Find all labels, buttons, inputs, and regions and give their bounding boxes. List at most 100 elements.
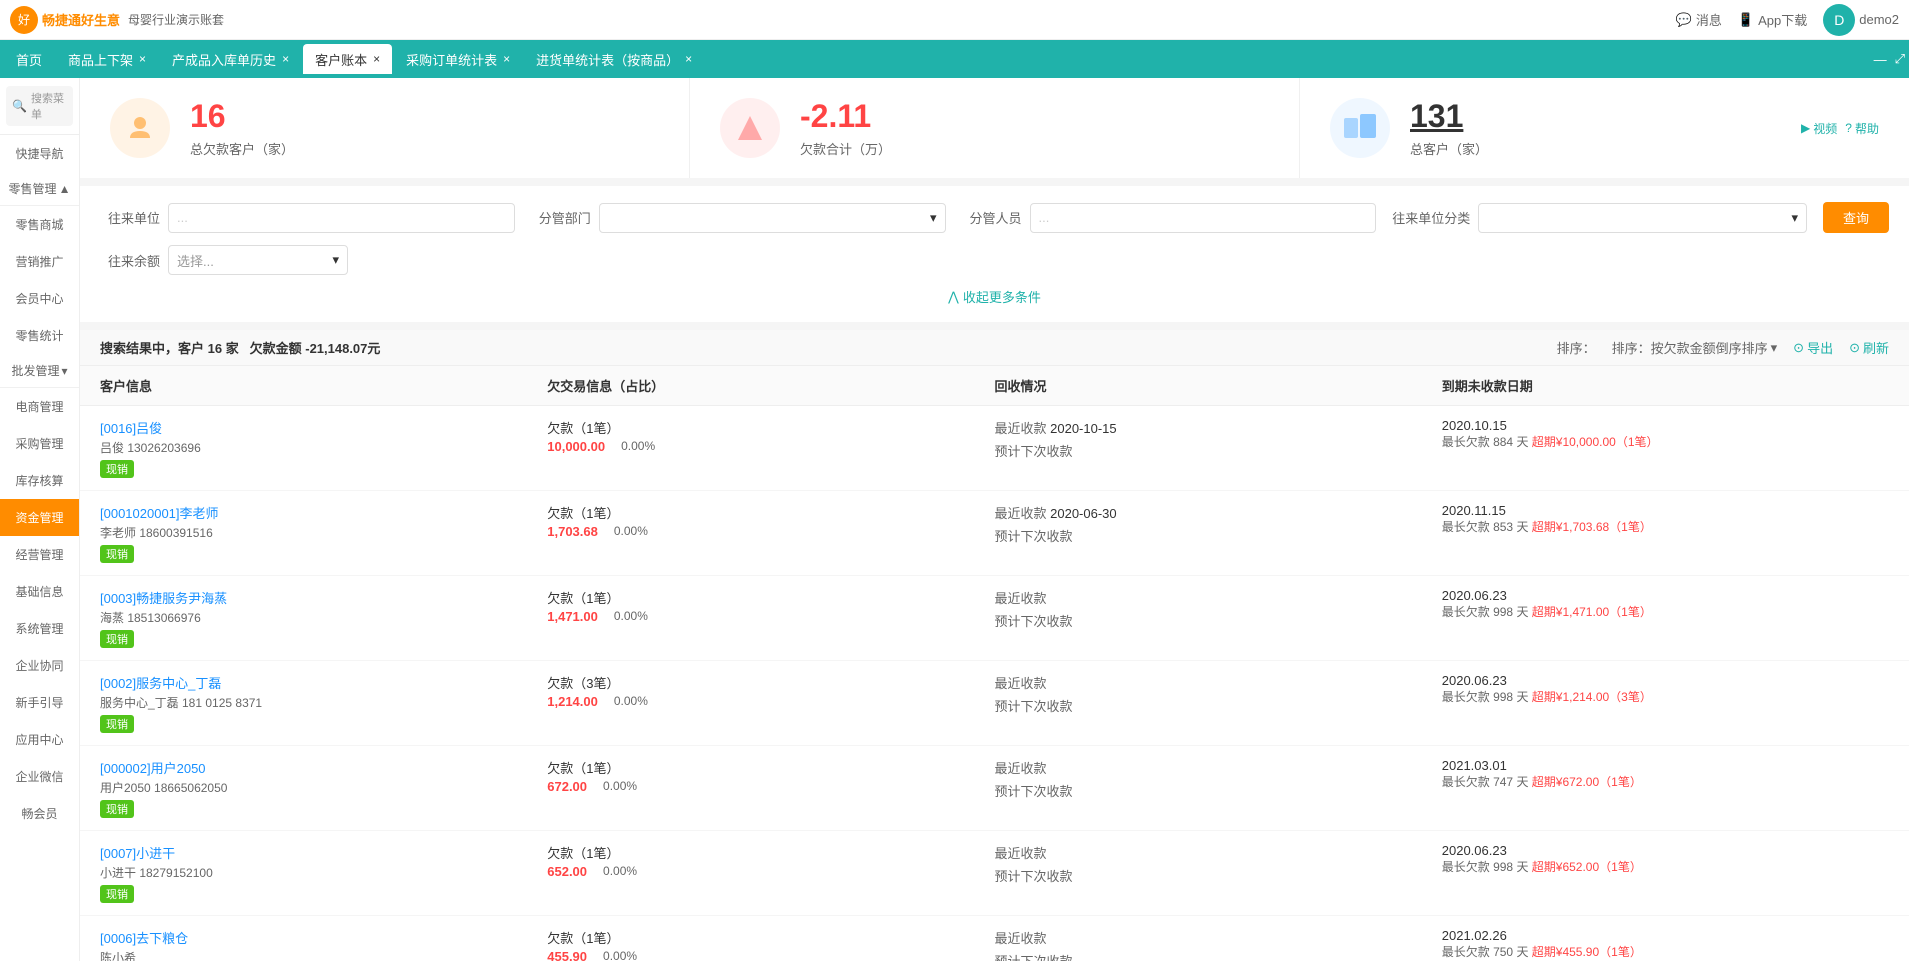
customer-name-1[interactable]: [0016]吕俊: [100, 418, 547, 437]
sidebar-search[interactable]: 🔍 搜索菜单: [0, 78, 79, 135]
sidebar-item-inventory-check[interactable]: 库存核算: [0, 462, 79, 499]
tab-product-history-close[interactable]: ×: [282, 52, 289, 66]
sidebar-item-wholesale-mgmt[interactable]: 批发管理 ▾: [0, 354, 79, 388]
sort-value[interactable]: 排序：按欠款金额倒序排序 ▾: [1612, 338, 1778, 357]
sidebar-item-enterprise-collab[interactable]: 企业协同: [0, 647, 79, 684]
tab-bar-minimize[interactable]: —: [1874, 52, 1887, 67]
customer-phone-5: 用户2050 18665062050: [100, 779, 547, 796]
sidebar-item-ecommerce-mgmt[interactable]: 电商管理: [0, 388, 79, 425]
export-btn[interactable]: ⊙ 导出: [1793, 338, 1833, 357]
debt-amount-3: 1,471.00: [547, 609, 598, 624]
search-button[interactable]: 查询: [1823, 202, 1889, 233]
customer-info-1: [0016]吕俊 吕俊 13026203696 现销: [100, 418, 547, 478]
sidebar-item-new-guide[interactable]: 新手引导: [0, 684, 79, 721]
collection-info-1: 最近收款 2020-10-15 预计下次收款: [995, 418, 1442, 460]
table-header: 客户信息 欠交易信息（占比） 回收情况 到期未收款日期: [80, 366, 1909, 406]
filter-balance: 往来余额 选择... ▾: [100, 245, 1889, 275]
overdue-amount-5[interactable]: 超期¥672.00（1笔）: [1532, 775, 1642, 789]
overdue-amount-4[interactable]: 超期¥1,214.00（3笔）: [1532, 690, 1652, 704]
sidebar-item-marketing-label: 营销推广: [15, 255, 63, 269]
sidebar-item-app-center[interactable]: 应用中心: [0, 721, 79, 758]
sidebar-item-quick-nav-label: 快捷导航: [15, 147, 63, 161]
stat-info-total-customers: 131 总客户（家）: [1410, 98, 1488, 158]
sidebar-item-vip-member[interactable]: 畅会员: [0, 795, 79, 832]
customer-tag-6: 现销: [100, 885, 134, 903]
person-input[interactable]: ...: [1030, 203, 1377, 233]
table-row: [000002]用户2050 用户2050 18665062050 现销 欠款（…: [80, 746, 1909, 831]
customer-name-4[interactable]: [0002]服务中心_丁磊: [100, 673, 547, 692]
table-col-overdue: 到期未收款日期: [1442, 376, 1889, 395]
overdue-days-3: 最长欠款 998 天 超期¥1,471.00（1笔）: [1442, 603, 1889, 620]
tab-product-list-close[interactable]: ×: [139, 52, 146, 66]
sidebar-item-retail-stats[interactable]: 零售统计: [0, 317, 79, 354]
sidebar-item-operations-mgmt[interactable]: 经营管理: [0, 536, 79, 573]
tab-inventory-stats[interactable]: 进货单统计表（按商品） ×: [524, 44, 704, 74]
overdue-amount-3[interactable]: 超期¥1,471.00（1笔）: [1532, 605, 1652, 619]
avatar: D: [1823, 4, 1855, 36]
customer-name-3[interactable]: [0003]畅捷服务尹海蒸: [100, 588, 547, 607]
sidebar-item-system-mgmt[interactable]: 系统管理: [0, 610, 79, 647]
filter-unit-category-label: 往来单位分类: [1392, 208, 1470, 227]
tab-purchase-order[interactable]: 采购订单统计表 ×: [394, 44, 522, 74]
main-layout: 🔍 搜索菜单 快捷导航 零售管理 ▲ 零售商城 营销推广 会员中心 零售统计: [0, 78, 1909, 961]
message-btn[interactable]: 💬 消息: [1676, 10, 1722, 29]
from-unit-input[interactable]: ...: [168, 203, 515, 233]
sidebar-item-enterprise-wechat[interactable]: 企业微信: [0, 758, 79, 795]
debt-count-1: 欠款（1笔）: [547, 418, 994, 437]
overdue-amount-7[interactable]: 超期¥455.90（1笔）: [1532, 945, 1642, 959]
next-collection-4: 预计下次收款: [995, 696, 1442, 715]
collapse-label: 收起更多条件: [963, 287, 1041, 306]
tab-customer-account-close[interactable]: ×: [373, 52, 380, 66]
stat-value-debt-customers: 16: [190, 98, 294, 135]
user-menu[interactable]: D demo2: [1823, 4, 1899, 36]
sidebar-item-quick-nav[interactable]: 快捷导航: [0, 135, 79, 172]
sidebar-item-finance-mgmt[interactable]: 资金管理: [0, 499, 79, 536]
sort-label: 排序：: [1557, 338, 1596, 357]
search-input-wrapper[interactable]: 🔍 搜索菜单: [6, 86, 73, 126]
sidebar-item-inventory-check-label: 库存核算: [15, 474, 63, 488]
debt-percent-5: 0.00%: [603, 779, 637, 793]
dept-select[interactable]: ▾: [599, 203, 946, 233]
tab-inventory-stats-close[interactable]: ×: [685, 52, 692, 66]
sidebar-item-basic-info[interactable]: 基础信息: [0, 573, 79, 610]
customer-name-6[interactable]: [0007]小进干: [100, 843, 547, 862]
customer-name-2[interactable]: [0001020001]李老师: [100, 503, 547, 522]
overdue-amount-2[interactable]: 超期¥1,703.68（1笔）: [1532, 520, 1652, 534]
debt-info-7: 欠款（1笔） 455.90 0.00%: [547, 928, 994, 961]
tab-product-list[interactable]: 商品上下架 ×: [56, 44, 158, 74]
unit-category-select[interactable]: ▾: [1478, 203, 1807, 233]
tab-bar-maximize[interactable]: ⤢: [1895, 51, 1905, 67]
customer-name-7[interactable]: [0006]去下粮仓: [100, 928, 547, 947]
sidebar-item-member-center[interactable]: 会员中心: [0, 280, 79, 317]
debt-info-5: 欠款（1笔） 672.00 0.00%: [547, 758, 994, 794]
tab-product-history[interactable]: 产成品入库单历史 ×: [160, 44, 301, 74]
filter-from-unit: 往来单位 ...: [100, 203, 515, 233]
overdue-amount-1[interactable]: 超期¥10,000.00（1笔）: [1532, 435, 1659, 449]
video-btn[interactable]: ▶ 视频: [1801, 120, 1837, 137]
overdue-amount-6[interactable]: 超期¥652.00（1笔）: [1532, 860, 1642, 874]
sidebar-item-retail-mall[interactable]: 零售商城: [0, 206, 79, 243]
sidebar-item-retail-mgmt[interactable]: 零售管理 ▲: [0, 172, 79, 206]
sidebar-item-enterprise-wechat-label: 企业微信: [15, 770, 63, 784]
customer-name-5[interactable]: [000002]用户2050: [100, 758, 547, 777]
tab-purchase-order-close[interactable]: ×: [503, 52, 510, 66]
search-placeholder: 搜索菜单: [31, 90, 67, 122]
debt-info-3: 欠款（1笔） 1,471.00 0.00%: [547, 588, 994, 624]
sidebar-item-marketing[interactable]: 营销推广: [0, 243, 79, 280]
refresh-btn[interactable]: ⊙ 刷新: [1849, 338, 1889, 357]
person-dots: ...: [1039, 210, 1050, 225]
collapse-btn[interactable]: ⋀ 收起更多条件: [948, 287, 1041, 306]
help-btn[interactable]: ? 帮助: [1845, 120, 1879, 137]
debt-amount-2: 1,703.68: [547, 524, 598, 539]
debt-info-1: 欠款（1笔） 10,000.00 0.00%: [547, 418, 994, 454]
balance-select[interactable]: 选择... ▾: [168, 245, 348, 275]
tab-home[interactable]: 首页: [4, 44, 54, 74]
result-debt-label: 欠款金额: [250, 341, 302, 356]
tab-customer-account[interactable]: 客户账本 ×: [303, 44, 392, 74]
overdue-date-1: 2020.10.15: [1442, 418, 1889, 433]
app-download-btn[interactable]: 📱 App下载: [1738, 10, 1807, 29]
sidebar-item-purchase-mgmt[interactable]: 采购管理: [0, 425, 79, 462]
filter-area: 往来单位 ... 分管部门 ▾ 分管人员 ...: [80, 186, 1909, 322]
customer-tag-4: 现销: [100, 715, 134, 733]
collection-info-4: 最近收款 预计下次收款: [995, 673, 1442, 715]
